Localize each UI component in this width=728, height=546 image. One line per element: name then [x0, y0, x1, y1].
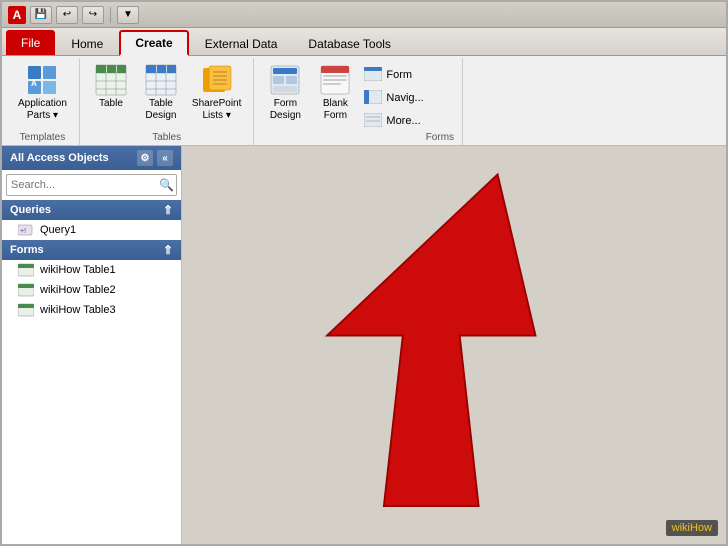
tab-file[interactable]: File	[6, 30, 55, 55]
access-window: A 💾 ↩ ↪ ▼ File Home Create External Data…	[0, 0, 728, 546]
blank-form-icon	[319, 64, 351, 96]
wikihow-suffix: How	[690, 522, 712, 534]
customize-button[interactable]: ▼	[117, 6, 139, 24]
nav-header-label: All Access Objects	[10, 152, 109, 164]
forms-chevron: ⇑	[163, 243, 173, 257]
table-button[interactable]: Table	[88, 62, 134, 112]
nav-pane-header[interactable]: All Access Objects ⚙ «	[2, 146, 181, 170]
search-bar: 🔍	[6, 174, 177, 196]
more-forms-row-button[interactable]: More...	[362, 110, 425, 132]
wikihow-prefix: wiki	[672, 522, 690, 534]
blank-form-button[interactable]: BlankForm	[312, 62, 358, 124]
wikihow-table2-label: wikiHow Table2	[40, 284, 116, 296]
undo-button[interactable]: ↩	[56, 6, 78, 24]
nav-collapse-icon[interactable]: «	[157, 150, 173, 166]
table-design-label: TableDesign	[145, 98, 176, 122]
redo-button[interactable]: ↪	[82, 6, 104, 24]
svg-text:+!: +!	[20, 228, 26, 235]
tab-home[interactable]: Home	[56, 32, 118, 55]
ribbon-group-tables: Table	[80, 58, 254, 145]
sharepoint-lists-label: SharePointLists ▾	[192, 98, 241, 122]
query1-item[interactable]: +! Query1	[2, 220, 181, 240]
wikihow-table1-label: wikiHow Table1	[40, 264, 116, 276]
tab-external-data[interactable]: External Data	[190, 32, 293, 55]
app-icon: A	[8, 6, 26, 24]
wikihow-table3-item[interactable]: wikiHow Table3	[2, 300, 181, 320]
wikihow-table3-label: wikiHow Table3	[40, 304, 116, 316]
ribbon-group-forms: FormDesign BlankForm	[254, 58, 463, 145]
query1-label: Query1	[40, 224, 76, 236]
app-parts-button[interactable]: A ApplicationParts ▾	[14, 62, 71, 124]
app-parts-icon: A	[26, 64, 58, 96]
form-item-icon-3	[18, 303, 34, 317]
queries-section-header[interactable]: Queries ⇑	[2, 200, 181, 220]
more-forms-label: More...	[386, 115, 420, 127]
sharepoint-lists-button[interactable]: SharePointLists ▾	[188, 62, 245, 124]
more-forms-icon	[364, 113, 382, 129]
blank-form-label: BlankForm	[323, 98, 348, 122]
form-design-icon	[269, 64, 301, 96]
forms-group-label: Forms	[426, 130, 454, 145]
table-design-icon	[145, 64, 177, 96]
separator	[110, 7, 111, 23]
content-area: wikiHow	[182, 146, 726, 544]
wikihow-table1-item[interactable]: wikiHow Table1	[2, 260, 181, 280]
queries-label: Queries	[10, 204, 51, 216]
tab-database-tools[interactable]: Database Tools	[293, 32, 406, 55]
queries-chevron: ⇑	[163, 203, 173, 217]
wikihow-table2-item[interactable]: wikiHow Table2	[2, 280, 181, 300]
table-icon	[95, 64, 127, 96]
forms-section-header[interactable]: Forms ⇑	[2, 240, 181, 260]
instruction-arrow	[182, 146, 726, 544]
form-item-icon-1	[18, 263, 34, 277]
nav-pane: All Access Objects ⚙ « 🔍 Queries ⇑	[2, 146, 182, 544]
form-label: Form	[386, 69, 412, 81]
table-label: Table	[99, 98, 123, 110]
forms-nav-label: Forms	[10, 244, 44, 256]
navigation-row-button[interactable]: Navig...	[362, 87, 425, 109]
navigation-icon	[364, 90, 382, 106]
ribbon-group-templates: A ApplicationParts ▾ Templates	[6, 58, 80, 145]
tables-label: Tables	[152, 132, 181, 143]
nav-filter-icon[interactable]: ⚙	[137, 150, 153, 166]
title-bar: A 💾 ↩ ↪ ▼	[2, 2, 726, 28]
table-design-button[interactable]: TableDesign	[138, 62, 184, 124]
navigation-label: Navig...	[386, 92, 423, 104]
search-button[interactable]: 🔍	[157, 175, 176, 195]
form-design-label: FormDesign	[270, 98, 301, 122]
search-input[interactable]	[7, 177, 157, 193]
svg-text:A: A	[31, 79, 37, 88]
save-button[interactable]: 💾	[30, 6, 52, 24]
app-parts-label: ApplicationParts ▾	[18, 98, 67, 122]
ribbon-tabs: File Home Create External Data Database …	[2, 28, 726, 56]
form-design-button[interactable]: FormDesign	[262, 62, 308, 124]
templates-label: Templates	[20, 132, 66, 143]
wikihow-badge: wikiHow	[666, 520, 718, 536]
query-icon: +!	[18, 223, 34, 237]
form-row-icon	[364, 67, 382, 83]
form-row-button[interactable]: Form	[362, 64, 425, 86]
main-area: All Access Objects ⚙ « 🔍 Queries ⇑	[2, 146, 726, 544]
tab-create[interactable]: Create	[119, 30, 188, 56]
ribbon-body: A ApplicationParts ▾ Templates	[2, 56, 726, 146]
sharepoint-icon	[201, 64, 233, 96]
form-item-icon-2	[18, 283, 34, 297]
